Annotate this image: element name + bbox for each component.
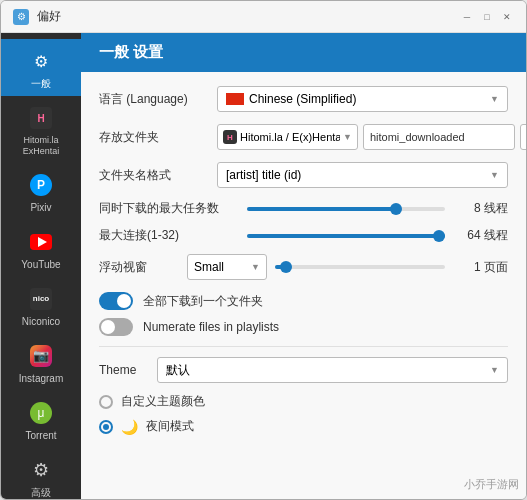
max-conn-thumb[interactable]	[433, 230, 445, 242]
niconico-icon-container: nico	[27, 285, 55, 313]
site-dropdown-arrow: ▼	[343, 132, 352, 142]
youtube-icon-container	[27, 228, 55, 256]
toggle-knob	[117, 294, 131, 308]
advanced-icon: ⚙	[27, 456, 55, 484]
main-body: 语言 (Language) Chinese (Simplified) ▼ 存放文…	[81, 72, 526, 499]
sidebar-label-pixiv: Pixiv	[30, 202, 51, 214]
torrent-icon-container: μ	[27, 399, 55, 427]
folder-path-input[interactable]	[363, 124, 515, 150]
theme-dropdown-arrow: ▼	[490, 365, 499, 375]
save-folder-label: 存放文件夹	[99, 129, 209, 146]
main-header: 一般 设置	[81, 33, 526, 72]
close-button[interactable]: ✕	[500, 10, 514, 24]
filename-select[interactable]: [artist] title (id) ▼	[217, 162, 508, 188]
moon-icon: 🌙	[121, 419, 138, 435]
max-tasks-label: 同时下载的最大任务数	[99, 200, 239, 217]
max-conn-slider[interactable]	[247, 234, 445, 238]
site-select[interactable]: H Hitomi.la / E(x)Hentai ▼	[217, 124, 358, 150]
float-dropdown-arrow: ▼	[251, 262, 260, 272]
language-dropdown-arrow: ▼	[490, 94, 499, 104]
sidebar-label-hitomi: Hitomi.la ExHentai	[23, 135, 60, 157]
max-tasks-value: 8 线程	[453, 200, 508, 217]
max-conn-value: 64 线程	[453, 227, 508, 244]
max-tasks-thumb[interactable]	[390, 203, 402, 215]
sidebar-label-instagram: Instagram	[19, 373, 63, 385]
numerate-toggle[interactable]	[99, 318, 133, 336]
titlebar: ⚙ 偏好 ─ □ ✕	[1, 1, 526, 33]
browse-folder-button[interactable]: 📁	[520, 124, 526, 150]
sidebar: ⚙ 一般 H Hitomi.la ExHentai P Pixiv YouT	[1, 33, 81, 499]
filename-dropdown-arrow: ▼	[490, 170, 499, 180]
max-tasks-row: 同时下载的最大任务数 8 线程	[99, 200, 508, 217]
filename-row: 文件夹名格式 [artist] title (id) ▼	[99, 162, 508, 188]
float-size-select[interactable]: Small ▼	[187, 254, 267, 280]
custom-theme-row: 自定义主题颜色	[99, 393, 508, 410]
language-select[interactable]: Chinese (Simplified) ▼	[217, 86, 508, 112]
instagram-icon-container: 📷	[27, 342, 55, 370]
radio-inner	[103, 424, 109, 430]
sidebar-label-youtube: YouTube	[21, 259, 60, 271]
theme-label: Theme	[99, 363, 149, 377]
language-flag-text: Chinese (Simplified)	[226, 92, 356, 106]
numerate-label: Numerate files in playlists	[143, 320, 279, 334]
sidebar-item-general[interactable]: ⚙ 一般	[1, 39, 81, 96]
site-icon: H	[223, 130, 237, 144]
flag-icon	[226, 93, 244, 105]
max-conn-label: 最大连接(1-32)	[99, 227, 239, 244]
app-icon: ⚙	[13, 9, 29, 25]
float-thumb[interactable]	[280, 261, 292, 273]
pixiv-icon: P	[27, 171, 55, 199]
theme-select[interactable]: 默认 ▼	[157, 357, 508, 383]
preferences-window: ⚙ 偏好 ─ □ ✕ ⚙ 一般 H Hitomi.la ExHentai P	[0, 0, 527, 500]
sidebar-item-niconico[interactable]: nico Niconico	[1, 277, 81, 334]
numerate-knob	[101, 320, 115, 334]
max-tasks-slider[interactable]	[247, 207, 445, 211]
gear-icon: ⚙	[27, 47, 55, 75]
toggle-numerate-row: Numerate files in playlists	[99, 318, 508, 336]
sidebar-label-general: 一般	[31, 78, 51, 90]
hitomi-icon: H	[27, 104, 55, 132]
content-area: ⚙ 一般 H Hitomi.la ExHentai P Pixiv YouT	[1, 33, 526, 499]
minimize-button[interactable]: ─	[460, 10, 474, 24]
toggle-all-download-row: 全部下载到一个文件夹	[99, 292, 508, 310]
float-label: 浮动视窗	[99, 259, 179, 276]
custom-theme-radio[interactable]	[99, 395, 113, 409]
custom-theme-label: 自定义主题颜色	[121, 393, 205, 410]
window-title: 偏好	[37, 8, 460, 25]
language-label: 语言 (Language)	[99, 91, 209, 108]
sidebar-item-advanced[interactable]: ⚙ 高级	[1, 448, 81, 499]
night-mode-row: 🌙 夜间模式	[99, 418, 508, 435]
sidebar-item-youtube[interactable]: YouTube	[1, 220, 81, 277]
float-pages-value: 1 页面	[453, 259, 508, 276]
path-row: H Hitomi.la / E(x)Hentai ▼ 📁	[217, 124, 526, 150]
maximize-button[interactable]: □	[480, 10, 494, 24]
all-download-toggle[interactable]	[99, 292, 133, 310]
float-view-row: 浮动视窗 Small ▼ 1 页面	[99, 254, 508, 280]
float-slider[interactable]	[275, 265, 445, 269]
sidebar-label-niconico: Niconico	[22, 316, 60, 328]
language-row: 语言 (Language) Chinese (Simplified) ▼	[99, 86, 508, 112]
sidebar-item-torrent[interactable]: μ Torrent	[1, 391, 81, 448]
sidebar-item-pixiv[interactable]: P Pixiv	[1, 163, 81, 220]
max-conn-fill	[247, 234, 445, 238]
theme-row: Theme 默认 ▼	[99, 357, 508, 383]
sidebar-label-advanced: 高级	[31, 487, 51, 499]
main-panel: 一般 设置 语言 (Language) Chinese (Simplified)…	[81, 33, 526, 499]
divider	[99, 346, 508, 347]
night-mode-radio[interactable]	[99, 420, 113, 434]
save-folder-row: 存放文件夹 H Hitomi.la / E(x)Hentai ▼ 📁	[99, 124, 508, 150]
night-mode-label: 夜间模式	[146, 418, 194, 435]
sidebar-item-instagram[interactable]: 📷 Instagram	[1, 334, 81, 391]
filename-label: 文件夹名格式	[99, 167, 209, 184]
max-tasks-fill	[247, 207, 396, 211]
window-controls: ─ □ ✕	[460, 10, 514, 24]
max-conn-row: 最大连接(1-32) 64 线程	[99, 227, 508, 244]
sidebar-item-hitomi[interactable]: H Hitomi.la ExHentai	[1, 96, 81, 163]
site-name: Hitomi.la / E(x)Hentai	[240, 131, 340, 143]
all-download-label: 全部下载到一个文件夹	[143, 293, 263, 310]
sidebar-label-torrent: Torrent	[25, 430, 56, 442]
